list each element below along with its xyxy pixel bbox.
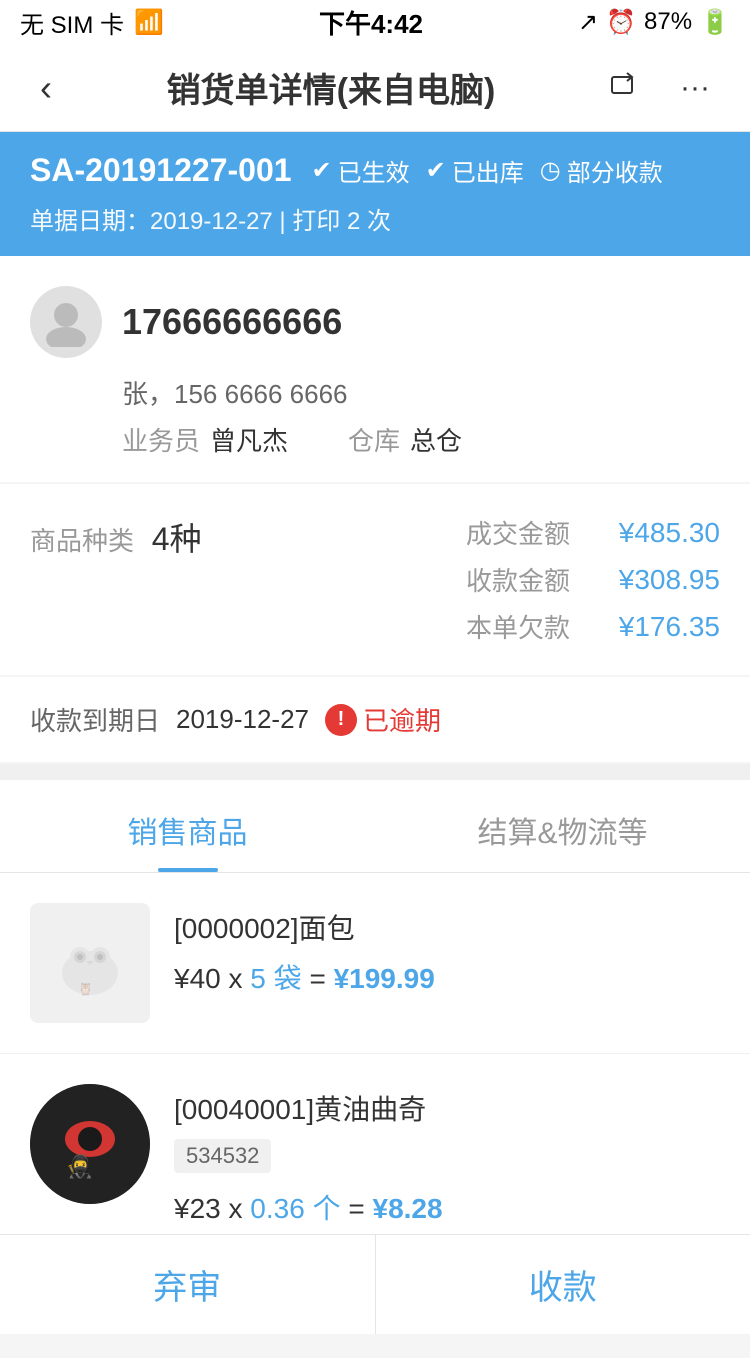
product-price-line-1: ¥23 x 0.36 个 = ¥8.28 — [174, 1187, 720, 1227]
overdue-text: 已逾期 — [363, 701, 441, 738]
product-name-1: [00040001]黄油曲奇 — [174, 1088, 720, 1128]
due-date-value: 2019-12-27 — [176, 704, 309, 735]
status-bar: 无 SIM 卡 📶 下午4:42 ↗ ⏰ 87% 🔋 — [0, 0, 750, 44]
product-qty-0: 5 — [250, 963, 266, 994]
header-sub-text: 单据日期：2019-12-27 | 打印 2 次 — [30, 201, 720, 236]
product-price-line-0: ¥40 x 5 袋 = ¥199.99 — [174, 957, 720, 997]
product-image-0: 🦉 — [50, 923, 130, 1003]
effective-icon: ✔ — [312, 156, 332, 185]
svg-text:🥷: 🥷 — [66, 1154, 93, 1179]
product-thumb-1: 🥷 — [30, 1084, 150, 1204]
summary-label-0: 成交金额 — [466, 514, 570, 551]
warehouse-value: 总仓 — [410, 421, 462, 458]
back-button[interactable]: ‹ — [30, 57, 62, 119]
due-label: 收款到期日 — [30, 701, 160, 738]
location-icon: ↗ — [578, 8, 598, 37]
header-top-row: SA-20191227-001 ✔ 已生效 ✔ 已出库 ◷ 部分收款 — [30, 152, 720, 189]
tabs-bar: 销售商品 结算&物流等 — [0, 780, 750, 873]
summary-row-0: 成交金额 ¥485.30 — [466, 514, 720, 551]
summary-row-1: 收款金额 ¥308.95 — [466, 561, 720, 598]
battery-icon: 🔋 — [700, 8, 730, 37]
partial-icon: ◷ — [540, 156, 561, 185]
summary-value-1: ¥308.95 — [590, 564, 720, 596]
badge-partial: ◷ 部分收款 — [540, 153, 663, 188]
product-thumb-0: 🦉 — [30, 903, 150, 1023]
status-badges: ✔ 已生效 ✔ 已出库 ◷ 部分收款 — [312, 153, 663, 188]
tab-settlement[interactable]: 结算&物流等 — [375, 780, 750, 872]
type-value: 4种 — [152, 521, 202, 557]
product-list: 🦉 [0000002]面包 ¥40 x 5 袋 = ¥199.99 🥷 — [0, 873, 750, 1258]
status-right: ↗ ⏰ 87% 🔋 — [578, 8, 730, 37]
badge-shipped: ✔ 已出库 — [426, 153, 524, 188]
tab-sales-products[interactable]: 销售商品 — [0, 780, 375, 872]
summary-label-1: 收款金额 — [466, 561, 570, 598]
product-eq-0: = — [309, 963, 333, 994]
product-price-0: ¥40 — [174, 963, 221, 994]
wifi-icon: 📶 — [134, 8, 164, 37]
summary-right: 成交金额 ¥485.30 收款金额 ¥308.95 本单欠款 ¥176.35 — [375, 514, 720, 645]
nav-bar: ‹ 销货单详情(来自电脑) ··· — [0, 44, 750, 132]
product-tag-1: 534532 — [174, 1139, 271, 1173]
summary-section: 商品种类 4种 成交金额 ¥485.30 收款金额 ¥308.95 本单欠款 ¥… — [0, 484, 750, 675]
product-item-0: 🦉 [0000002]面包 ¥40 x 5 袋 = ¥199.99 — [0, 873, 750, 1054]
customer-detail: 张，156 6666 6666 — [30, 374, 720, 411]
bottom-actions: 弃审 收款 — [0, 1234, 750, 1334]
product-name-0: [0000002]面包 — [174, 907, 720, 947]
status-left: 无 SIM 卡 📶 — [20, 5, 164, 40]
effective-label: 已生效 — [338, 153, 410, 188]
svg-text:🦉: 🦉 — [78, 982, 93, 996]
reject-review-button[interactable]: 弃审 — [0, 1235, 376, 1334]
salesperson-label: 业务员 — [122, 421, 200, 458]
shipped-label: 已出库 — [452, 153, 524, 188]
product-unit-1: 个 — [313, 1193, 341, 1224]
summary-label-2: 本单欠款 — [466, 608, 570, 645]
due-section: 收款到期日 2019-12-27 ! 已逾期 — [0, 677, 750, 762]
order-number: SA-20191227-001 — [30, 152, 292, 189]
type-label: 商品种类 — [30, 526, 134, 556]
summary-left: 商品种类 4种 — [30, 514, 375, 560]
header-band: SA-20191227-001 ✔ 已生效 ✔ 已出库 ◷ 部分收款 单据日期：… — [0, 132, 750, 256]
product-info-1: [00040001]黄油曲奇 534532 ¥23 x 0.36 个 = ¥8.… — [174, 1084, 720, 1227]
product-price-x-1: x — [229, 1193, 251, 1224]
avatar — [30, 286, 102, 358]
overdue-badge: ! 已逾期 — [325, 701, 441, 738]
section-divider — [0, 764, 750, 780]
warehouse-label: 仓库 — [348, 421, 400, 458]
customer-phone: 17666666666 — [122, 301, 342, 343]
nav-actions: ··· — [600, 59, 720, 117]
product-eq-1: = — [348, 1193, 372, 1224]
product-price-1: ¥23 — [174, 1193, 221, 1224]
summary-value-2: ¥176.35 — [590, 611, 720, 643]
collect-payment-button[interactable]: 收款 — [376, 1235, 750, 1334]
badge-effective: ✔ 已生效 — [312, 153, 410, 188]
shipped-icon: ✔ — [426, 156, 446, 185]
status-time: 下午4:42 — [319, 4, 423, 41]
battery-text: 87% — [644, 8, 692, 36]
alarm-icon: ⏰ — [606, 8, 636, 37]
summary-row-2: 本单欠款 ¥176.35 — [466, 608, 720, 645]
product-price-x-0: x — [229, 963, 251, 994]
product-unit-0: 袋 — [274, 963, 302, 994]
product-item-1: 🥷 [00040001]黄油曲奇 534532 ¥23 x 0.36 个 = ¥… — [0, 1054, 750, 1258]
salesperson-value: 曾凡杰 — [210, 421, 288, 458]
customer-top: 17666666666 — [30, 286, 720, 358]
page-title: 销货单详情(来自电脑) — [167, 63, 496, 112]
summary-value-0: ¥485.30 — [590, 517, 720, 549]
product-qty-1: 0.36 — [250, 1193, 305, 1224]
customer-meta: 业务员 曾凡杰 仓库 总仓 — [30, 421, 720, 458]
partial-label: 部分收款 — [567, 153, 663, 188]
share-button[interactable] — [600, 59, 650, 117]
carrier-text: 无 SIM 卡 — [20, 5, 124, 40]
customer-section: 17666666666 张，156 6666 6666 业务员 曾凡杰 仓库 总… — [0, 256, 750, 482]
more-button[interactable]: ··· — [670, 61, 720, 115]
product-total-0: ¥199.99 — [334, 963, 435, 994]
product-total-1: ¥8.28 — [373, 1193, 443, 1224]
product-image-1: 🥷 — [30, 1084, 150, 1204]
overdue-icon: ! — [325, 704, 357, 736]
product-info-0: [0000002]面包 ¥40 x 5 袋 = ¥199.99 — [174, 903, 720, 997]
